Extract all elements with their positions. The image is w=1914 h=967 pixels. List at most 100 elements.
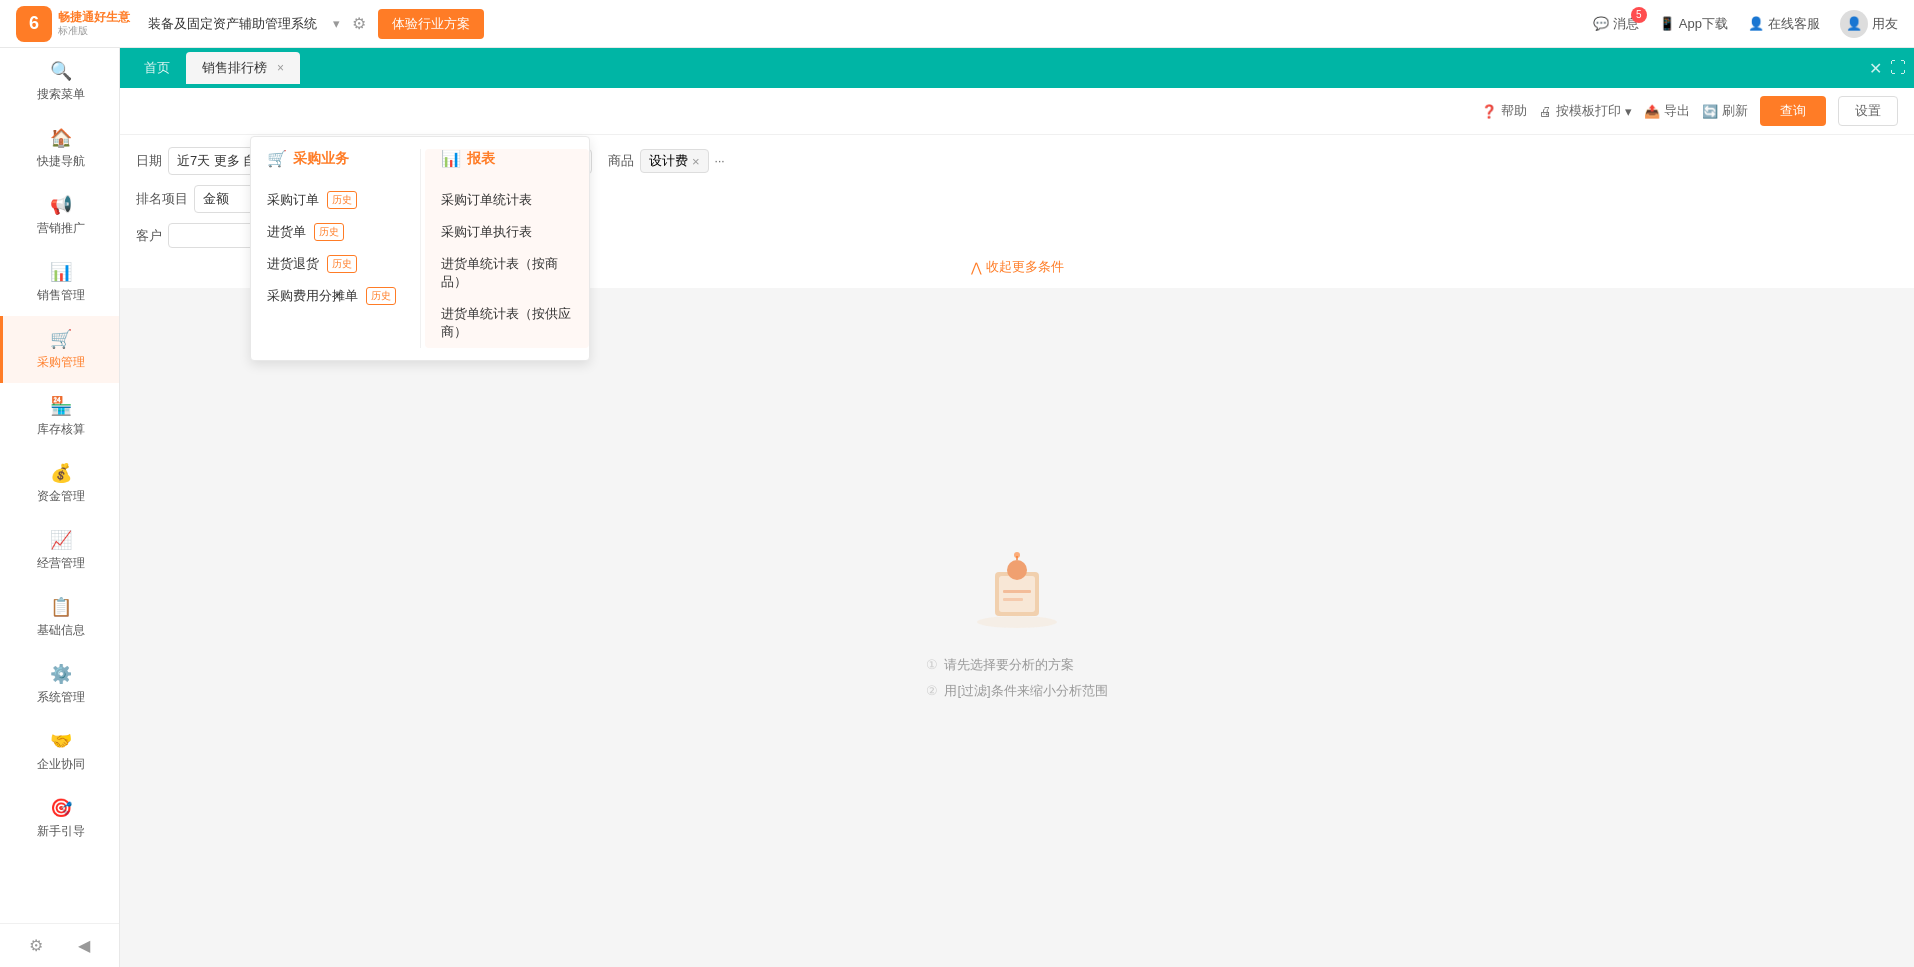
tab-bar-right: ✕ ⛶ bbox=[1869, 59, 1906, 78]
svg-point-3 bbox=[1007, 560, 1027, 580]
toolbar-row: ❓ 帮助 🖨 按模板打印 ▾ 📤 导出 🔄 刷新 查询 设置 bbox=[120, 88, 1914, 135]
user-avatar: 👤 bbox=[1840, 10, 1868, 38]
svg-point-0 bbox=[977, 616, 1057, 628]
print-action[interactable]: 🖨 按模板打印 ▾ bbox=[1539, 102, 1632, 120]
sidebar-label-guide: 新手引导 bbox=[37, 823, 85, 840]
receive-by-supplier-label: 进货单统计表（按供应商） bbox=[441, 305, 574, 341]
content-area: 首页 销售排行榜 × ✕ ⛶ ❓ 帮助 🖨 按模板打印 ▾ 📤 bbox=[120, 48, 1914, 967]
online-service-action[interactable]: 👤 在线客服 bbox=[1748, 15, 1820, 33]
sidebar-item-basic[interactable]: 📋 基础信息 bbox=[0, 584, 119, 651]
system-icon: ⚙️ bbox=[50, 663, 72, 685]
purchase-icon: 🛒 bbox=[50, 328, 72, 350]
goods-tag-close-icon[interactable]: × bbox=[692, 154, 700, 169]
sidebar-item-finance[interactable]: 💰 资金管理 bbox=[0, 450, 119, 517]
tab-home-label: 首页 bbox=[144, 59, 170, 77]
purchase-return-history-badge: 历史 bbox=[327, 255, 357, 273]
sidebar-item-system[interactable]: ⚙️ 系统管理 bbox=[0, 651, 119, 718]
purchase-receive-history-badge: 历史 bbox=[314, 223, 344, 241]
user-area[interactable]: 👤 用友 bbox=[1840, 10, 1898, 38]
app-download-action[interactable]: 📱 App下载 bbox=[1659, 15, 1728, 33]
header-right: 💬 消息 5 📱 App下载 👤 在线客服 👤 用友 bbox=[1593, 10, 1898, 38]
logo-sub: 标准版 bbox=[58, 25, 130, 37]
sidebar-item-quick-nav[interactable]: 🏠 快捷导航 bbox=[0, 115, 119, 182]
goods-tag[interactable]: 设计费 × bbox=[640, 149, 709, 173]
dropdown-item-receive-by-goods[interactable]: 进货单统计表（按商品） bbox=[441, 248, 574, 298]
svg-rect-2 bbox=[999, 576, 1035, 612]
sidebar-item-sales[interactable]: 📊 销售管理 bbox=[0, 249, 119, 316]
goods-label: 商品 bbox=[608, 152, 634, 170]
tab-sales-ranking[interactable]: 销售排行榜 × bbox=[186, 52, 300, 84]
column-divider bbox=[420, 149, 421, 348]
help-action[interactable]: ❓ 帮助 bbox=[1481, 102, 1527, 120]
dropdown-item-purchase-receive[interactable]: 进货单 历史 bbox=[267, 216, 400, 248]
finance-icon: 💰 bbox=[50, 462, 72, 484]
sidebar-collapse-icon[interactable]: ◀ bbox=[78, 936, 90, 955]
sidebar-item-guide[interactable]: 🎯 新手引导 bbox=[0, 785, 119, 852]
empty-state-area: ① 请先选择要分析的方案 ② 用[过滤]条件来缩小分析范围 bbox=[120, 288, 1914, 967]
top-header: 6 畅捷通好生意 标准版 装备及固定资产辅助管理系统 ▾ ⚙ 体验行业方案 💬 … bbox=[0, 0, 1914, 48]
system-title-dropdown[interactable]: ▾ bbox=[333, 16, 340, 31]
svg-rect-6 bbox=[1003, 590, 1031, 593]
svg-rect-7 bbox=[1003, 598, 1023, 601]
dropdown-item-purchase-return[interactable]: 进货退货 历史 bbox=[267, 248, 400, 280]
goods-more-icon[interactable]: ··· bbox=[715, 154, 725, 168]
purchase-expense-history-badge: 历史 bbox=[366, 287, 396, 305]
sidebar-item-marketing[interactable]: 📢 营销推广 bbox=[0, 182, 119, 249]
logo-area: 6 畅捷通好生意 标准版 bbox=[16, 6, 136, 42]
collapse-label: 收起更多条件 bbox=[986, 258, 1064, 276]
sidebar: 🔍 搜索菜单 🏠 快捷导航 📢 营销推广 📊 销售管理 🛒 采购管理 🏪 库存核… bbox=[0, 48, 120, 967]
sidebar-settings-icon[interactable]: ⚙ bbox=[29, 936, 43, 955]
basic-icon: 📋 bbox=[50, 596, 72, 618]
print-label: 按模板打印 bbox=[1556, 102, 1621, 120]
trial-button[interactable]: 体验行业方案 bbox=[378, 9, 484, 39]
tab-fullscreen-icon[interactable]: ⛶ bbox=[1890, 59, 1906, 77]
sales-icon: 📊 bbox=[50, 261, 72, 283]
system-settings-icon[interactable]: ⚙ bbox=[352, 14, 366, 33]
refresh-action[interactable]: 🔄 刷新 bbox=[1702, 102, 1748, 120]
purchase-order-exec-label: 采购订单执行表 bbox=[441, 223, 532, 241]
sidebar-item-purchase[interactable]: 🛒 采购管理 bbox=[0, 316, 119, 383]
system-title: 装备及固定资产辅助管理系统 bbox=[148, 15, 317, 33]
guide-icon: 🎯 bbox=[50, 797, 72, 819]
empty-illustration bbox=[967, 552, 1067, 632]
online-service-label: 在线客服 bbox=[1768, 15, 1820, 33]
operations-icon: 📈 bbox=[50, 529, 72, 551]
dropdown-item-purchase-order-exec[interactable]: 采购订单执行表 bbox=[441, 216, 574, 248]
tab-bar: 首页 销售排行榜 × ✕ ⛶ bbox=[120, 48, 1914, 88]
sidebar-item-operations[interactable]: 📈 经营管理 bbox=[0, 517, 119, 584]
purchase-order-label: 采购订单 bbox=[267, 191, 319, 209]
settings-button[interactable]: 设置 bbox=[1838, 96, 1898, 126]
search-icon: 🔍 bbox=[50, 60, 72, 82]
logo-text: 畅捷通好生意 标准版 bbox=[58, 10, 130, 36]
dropdown-columns: 🛒 采购业务 采购订单 历史 进货单 历史 进货退货 历史 bbox=[251, 149, 589, 348]
tab-close-window-icon[interactable]: ✕ bbox=[1869, 59, 1882, 78]
print-icon: 🖨 bbox=[1539, 104, 1552, 119]
date-label: 日期 bbox=[136, 152, 162, 170]
dropdown-item-receive-by-supplier[interactable]: 进货单统计表（按供应商） bbox=[441, 298, 574, 348]
main-layout: 🔍 搜索菜单 🏠 快捷导航 📢 营销推广 📊 销售管理 🛒 采购管理 🏪 库存核… bbox=[0, 48, 1914, 967]
dropdown-item-purchase-order[interactable]: 采购订单 历史 bbox=[267, 184, 400, 216]
export-action[interactable]: 📤 导出 bbox=[1644, 102, 1690, 120]
tab-home[interactable]: 首页 bbox=[128, 52, 186, 84]
dropdown-item-purchase-expense[interactable]: 采购费用分摊单 历史 bbox=[267, 280, 400, 312]
home-icon: 🏠 bbox=[50, 127, 72, 149]
sidebar-label-purchase: 采购管理 bbox=[37, 354, 85, 371]
tab-close-icon[interactable]: × bbox=[277, 61, 284, 75]
sidebar-item-search[interactable]: 🔍 搜索菜单 bbox=[0, 48, 119, 115]
purchase-col-icon: 🛒 bbox=[267, 149, 287, 168]
dropdown-item-purchase-order-summary[interactable]: 采购订单统计表 bbox=[441, 184, 574, 216]
notification-area[interactable]: 💬 消息 5 bbox=[1593, 15, 1639, 33]
sidebar-label-sales: 销售管理 bbox=[37, 287, 85, 304]
sidebar-item-inventory[interactable]: 🏪 库存核算 bbox=[0, 383, 119, 450]
sidebar-label-system: 系统管理 bbox=[37, 689, 85, 706]
export-icon: 📤 bbox=[1644, 104, 1660, 119]
purchase-col-title: 🛒 采购业务 bbox=[267, 149, 400, 174]
sidebar-label-search: 搜索菜单 bbox=[37, 86, 85, 103]
purchase-column: 🛒 采购业务 采购订单 历史 进货单 历史 进货退货 历史 bbox=[251, 149, 416, 348]
notification-badge: 5 bbox=[1631, 7, 1647, 23]
query-button[interactable]: 查询 bbox=[1760, 96, 1826, 126]
purchase-return-label: 进货退货 bbox=[267, 255, 319, 273]
sidebar-item-enterprise[interactable]: 🤝 企业协同 bbox=[0, 718, 119, 785]
inventory-icon: 🏪 bbox=[50, 395, 72, 417]
refresh-icon: 🔄 bbox=[1702, 104, 1718, 119]
